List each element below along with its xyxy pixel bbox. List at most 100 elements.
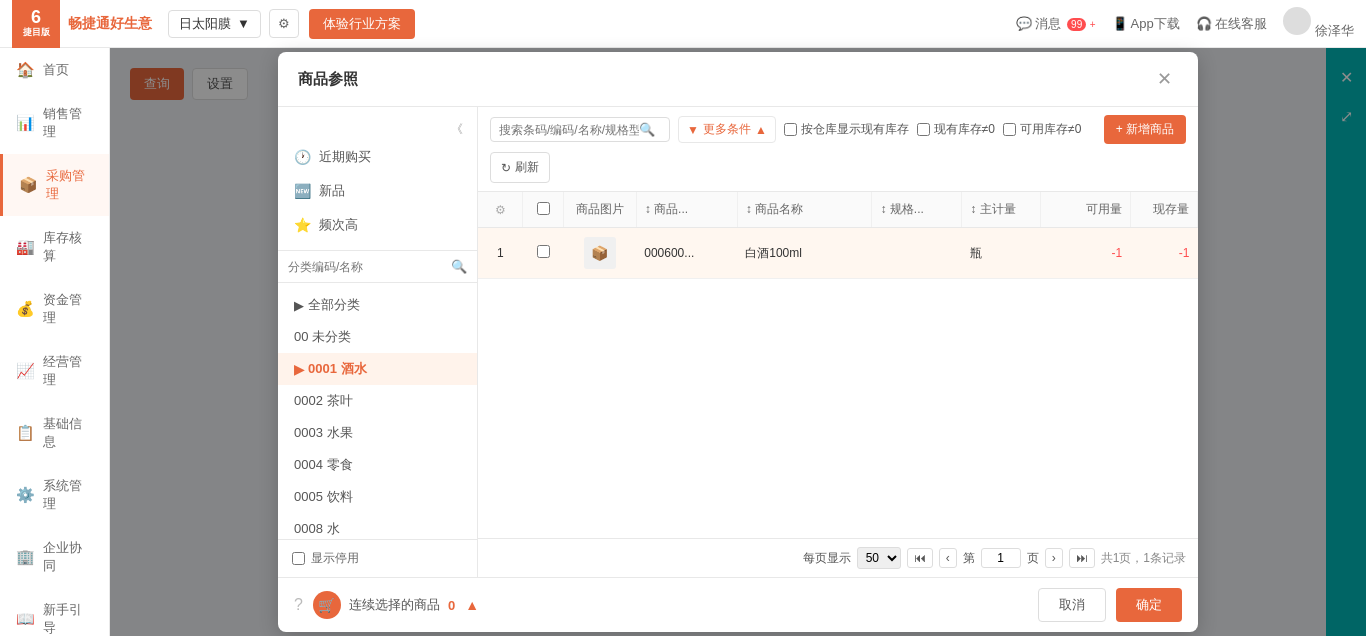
modal-overlay: 商品参照 ✕ 《 🕐 (110, 48, 1366, 636)
col-header-unit[interactable]: ↕ 主计量 (962, 192, 1041, 228)
sidebar-item-system[interactable]: ⚙️ 系统管理 (0, 464, 109, 526)
collapse-footer-icon[interactable]: ▲ (465, 597, 479, 613)
category-search-box: 🔍 (278, 251, 477, 283)
quick-item-recent[interactable]: 🕐 近期购买 (278, 140, 477, 174)
sidebar-item-guide[interactable]: 📖 新手引导 (0, 588, 109, 636)
sidebar-item-inventory[interactable]: 🏭 库存核算 (0, 216, 109, 278)
sidebar-item-enterprise[interactable]: 🏢 企业协同 (0, 526, 109, 588)
product-table-wrapper: ⚙ 商品图片 (478, 192, 1198, 538)
logo-icon: 6 (31, 8, 41, 26)
footer-buttons: 取消 确定 (1038, 588, 1182, 622)
main-layout: 🏠 首页 📊 销售管理 📦 采购管理 🏭 库存核算 💰 资金管理 📈 经营管理 … (0, 48, 1366, 636)
table-body: 1 📦 00 (478, 228, 1198, 279)
product-toolbar: 🔍 ▼ 更多条件 ▲ 按仓库显示现有库存 (478, 107, 1198, 192)
sidebar-label-sales: 销售管理 (43, 105, 93, 141)
category-item-fruit[interactable]: 0003 水果 (278, 417, 477, 449)
col-header-img: 商品图片 (563, 192, 636, 228)
sidebar-item-home[interactable]: 🏠 首页 (0, 48, 109, 92)
stock-nonzero-checkbox[interactable] (917, 123, 930, 136)
notification-label: 消息 (1035, 16, 1061, 31)
category-item-all[interactable]: ▶ 全部分类 (278, 289, 477, 321)
sidebar-item-basic-info[interactable]: 📋 基础信息 (0, 402, 109, 464)
quick-item-new[interactable]: 🆕 新品 (278, 174, 477, 208)
cancel-button[interactable]: 取消 (1038, 588, 1106, 622)
per-page-select[interactable]: 50 (857, 547, 901, 569)
show-disabled-section: 显示停用 (278, 539, 477, 577)
per-page-label: 每页显示 (803, 550, 851, 567)
product-search-icon[interactable]: 🔍 (639, 122, 655, 137)
sidebar-item-purchase[interactable]: 📦 采购管理 (0, 154, 109, 216)
product-panel: 🔍 ▼ 更多条件 ▲ 按仓库显示现有库存 (478, 107, 1198, 577)
category-label-beverage: 0005 饮料 (294, 488, 353, 506)
modal-close-button[interactable]: ✕ (1151, 66, 1178, 92)
modal-title: 商品参照 (298, 70, 1151, 89)
quick-item-frequent[interactable]: ⭐ 频次高 (278, 208, 477, 242)
next-page-button[interactable]: › (1045, 548, 1063, 568)
category-item-snack[interactable]: 0004 零食 (278, 449, 477, 481)
category-item-water[interactable]: 0008 水 (278, 513, 477, 539)
product-table: ⚙ 商品图片 (478, 192, 1198, 279)
sidebar-item-sales[interactable]: 📊 销售管理 (0, 92, 109, 154)
category-item-uncategorized[interactable]: 00 未分类 (278, 321, 477, 353)
first-page-button[interactable]: ⏮ (907, 548, 933, 568)
show-disabled-checkbox[interactable] (292, 552, 305, 565)
warehouse-checkbox[interactable] (784, 123, 797, 136)
col-header-stock: 现存量 (1130, 192, 1197, 228)
prev-page-button[interactable]: ‹ (939, 548, 957, 568)
modal-footer: ? 🛒 连续选择的商品 0 ▲ 取消 确定 (278, 577, 1198, 632)
category-item-beverage[interactable]: 0005 饮料 (278, 481, 477, 513)
sort-icon-name: ↕ (746, 202, 752, 216)
collapse-quick-button[interactable]: 《 (447, 119, 467, 140)
avail-nonzero-label: 可用库存≠0 (1020, 121, 1081, 138)
notification-plus: + (1090, 19, 1096, 30)
col-header-spec[interactable]: ↕ 规格... (872, 192, 962, 228)
select-all-checkbox[interactable] (537, 202, 550, 215)
product-search-input[interactable] (499, 123, 639, 137)
col-header-name[interactable]: ↕ 商品名称 (737, 192, 872, 228)
filter-icon: ▼ (687, 123, 699, 137)
add-product-button[interactable]: + 新增商品 (1104, 115, 1186, 144)
category-item-liquor[interactable]: ▶ 0001 酒水 (278, 353, 477, 385)
avail-nonzero-checkbox[interactable] (1003, 123, 1016, 136)
app-download-link[interactable]: 📱 App下载 (1112, 15, 1180, 33)
checkbox-stock-nonzero: 现有库存≠0 (917, 121, 995, 138)
arrow-icon-liquor: ▶ (294, 362, 304, 377)
table-row[interactable]: 1 📦 00 (478, 228, 1198, 279)
confirm-button[interactable]: 确定 (1116, 588, 1182, 622)
row-checkbox[interactable] (537, 245, 550, 258)
sort-icon-unit: ↕ (970, 202, 976, 216)
last-page-button[interactable]: ⏭ (1069, 548, 1095, 568)
checkbox-avail-nonzero: 可用库存≠0 (1003, 121, 1081, 138)
help-icon[interactable]: ? (294, 596, 303, 614)
modal-header: 商品参照 ✕ (278, 52, 1198, 107)
user-profile[interactable]: 徐泽华 (1283, 7, 1354, 40)
cell-num: 1 (478, 228, 523, 279)
category-item-tea[interactable]: 0002 茶叶 (278, 385, 477, 417)
category-search-input[interactable] (288, 260, 445, 274)
online-service-link[interactable]: 🎧 在线客服 (1196, 15, 1268, 33)
nav-selector[interactable]: 日太阳膜 ▼ (168, 10, 261, 38)
sidebar-item-finance[interactable]: 💰 资金管理 (0, 278, 109, 340)
pagination-bar: 每页显示 50 ⏮ ‹ 第 页 › ⏭ 共1页，1条记录 (478, 538, 1198, 577)
cart-count: 0 (448, 598, 455, 613)
sidebar-label-finance: 资金管理 (43, 291, 93, 327)
col-header-code[interactable]: ↕ 商品... (636, 192, 737, 228)
arrow-icon-all: ▶ (294, 298, 304, 313)
top-right-area: 💬 消息 99 + 📱 App下载 🎧 在线客服 徐泽华 (1016, 7, 1354, 40)
refresh-button[interactable]: ↻ 刷新 (490, 152, 550, 183)
basic-info-icon: 📋 (16, 424, 35, 442)
sidebar-item-operations[interactable]: 📈 经营管理 (0, 340, 109, 402)
show-disabled-label: 显示停用 (311, 550, 359, 567)
category-search-icon[interactable]: 🔍 (451, 259, 467, 274)
chevron-down-icon: ▼ (237, 16, 250, 31)
finance-icon: 💰 (16, 300, 35, 318)
category-label-fruit: 0003 水果 (294, 424, 353, 442)
filter-more-button[interactable]: ▼ 更多条件 ▲ (678, 116, 776, 143)
page-number-input[interactable] (981, 548, 1021, 568)
notification-area[interactable]: 💬 消息 99 + (1016, 15, 1096, 33)
gear-button[interactable]: ⚙ (269, 9, 299, 38)
enterprise-icon: 🏢 (16, 548, 35, 566)
column-settings-icon[interactable]: ⚙ (495, 203, 506, 217)
sidebar-label-home: 首页 (43, 61, 69, 79)
experience-button[interactable]: 体验行业方案 (309, 9, 415, 39)
